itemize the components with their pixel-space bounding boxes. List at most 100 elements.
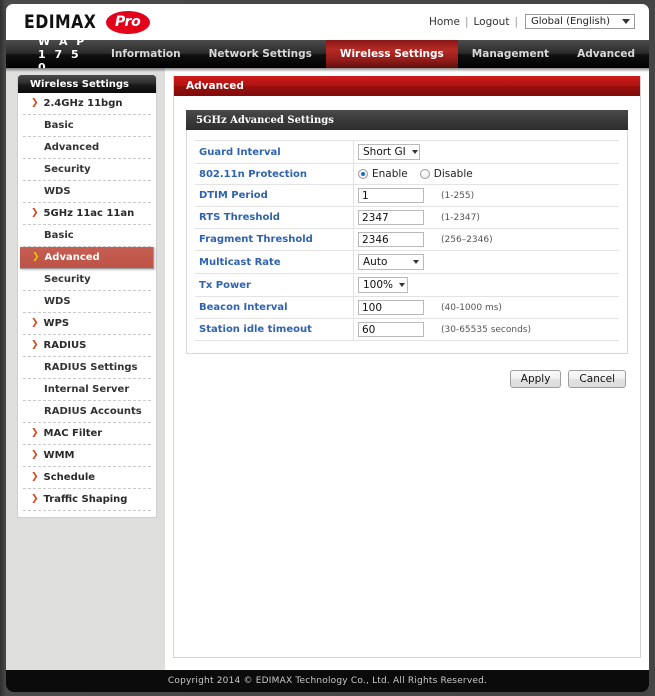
tab-management[interactable]: Management	[458, 40, 563, 68]
field-value-rts-threshold	[354, 207, 438, 229]
sidebar-item-5ghz-11ac-11an[interactable]: ❯ 5GHz 11ac 11an	[23, 203, 151, 225]
field-hint-fragment-threshold: (256–2346)	[441, 234, 493, 245]
advanced-settings-section: 5GHz Advanced Settings Guard Interval Sh…	[186, 110, 628, 354]
table-row: Fragment Threshold (256–2346)	[195, 228, 619, 251]
main-navigation: W A P 1 7 5 0 Information Network Settin…	[6, 34, 649, 74]
settings-form: Guard Interval Short GI 802.11n Protecti…	[186, 130, 628, 354]
tx-power-value: 100%	[363, 279, 394, 291]
table-row: DTIM Period (1-255)	[195, 184, 619, 207]
field-label-dtim-period: DTIM Period	[195, 184, 354, 207]
table-row: 802.11n Protection Enable Disable	[195, 163, 620, 185]
field-label-80211n-protection: 802.11n Protection	[195, 163, 354, 185]
chevron-right-icon: ❯	[31, 208, 39, 218]
multicast-rate-select[interactable]: Auto	[358, 254, 424, 270]
sidebar-item-label: 2.4GHz 11bgn	[43, 98, 123, 109]
chevron-down-icon	[622, 19, 630, 24]
field-label-multicast-rate: Multicast Rate	[195, 250, 354, 274]
sidebar-item-label: WDS	[44, 186, 71, 197]
field-label-rts-threshold: RTS Threshold	[195, 206, 354, 229]
rts-threshold-input[interactable]	[358, 210, 424, 225]
radio-selected-icon[interactable]	[358, 169, 368, 179]
home-link[interactable]: Home	[426, 16, 463, 28]
table-row: Station idle timeout (30-65535 seconds)	[195, 318, 619, 341]
sidebar-item-5ghz-advanced[interactable]: ❯ Advanced	[20, 247, 154, 269]
field-value-80211n-protection: Enable Disable	[354, 164, 620, 185]
field-value-tx-power: 100%	[354, 274, 438, 297]
field-label-tx-power: Tx Power	[195, 273, 354, 297]
sidebar-item-radius-accounts[interactable]: RADIUS Accounts	[23, 401, 151, 423]
chevron-down-icon	[413, 260, 419, 264]
chevron-right-icon: ❯	[31, 450, 39, 460]
protection-disable-option[interactable]: Disable	[419, 168, 473, 180]
tab-information[interactable]: Information	[97, 40, 195, 68]
field-hint-dtim-period: (1-255)	[441, 190, 475, 201]
sidebar-item-5ghz-wds[interactable]: WDS	[23, 291, 151, 313]
sidebar-item-24ghz-11bgn[interactable]: ❯ 2.4GHz 11bgn	[23, 93, 151, 115]
sidebar-item-24ghz-security[interactable]: Security	[23, 159, 151, 181]
sidebar-item-5ghz-security[interactable]: Security	[23, 269, 151, 291]
sidebar-item-label: Security	[44, 274, 91, 285]
beacon-interval-input[interactable]	[358, 300, 424, 315]
language-select-value: Global (English)	[531, 16, 610, 27]
sidebar-item-label: Basic	[44, 230, 74, 241]
language-select[interactable]: Global (English)	[525, 14, 635, 29]
field-hint-beacon-interval: (40-1000 ms)	[441, 302, 502, 313]
sidebar-item-radius-settings[interactable]: RADIUS Settings	[23, 357, 151, 379]
sidebar-item-24ghz-wds[interactable]: WDS	[23, 181, 151, 203]
sidebar-item-label: RADIUS	[43, 340, 87, 351]
copyright-text: Copyright 2014 © EDIMAX Technology Co., …	[167, 676, 488, 686]
sidebar-item-internal-server[interactable]: Internal Server	[23, 379, 151, 401]
chevron-right-icon: ❯	[31, 318, 39, 328]
sidebar-item-24ghz-basic[interactable]: Basic	[23, 115, 151, 137]
sidebar-item-traffic-shaping[interactable]: ❯ Traffic Shaping	[23, 489, 151, 511]
field-hint-multicast-rate	[437, 251, 619, 274]
sidebar-item-24ghz-advanced[interactable]: Advanced	[23, 137, 151, 159]
table-row: Beacon Interval (40-1000 ms)	[195, 296, 619, 319]
link-separator-1: |	[464, 15, 469, 28]
tab-advanced[interactable]: Advanced	[563, 40, 649, 68]
dtim-period-input[interactable]	[358, 188, 424, 203]
cancel-button[interactable]: Cancel	[568, 370, 626, 388]
sidebar-column: Wireless Settings ❯ 2.4GHz 11bgn Basic A…	[6, 68, 165, 670]
apply-button[interactable]: Apply	[509, 370, 562, 388]
tab-wireless-settings[interactable]: Wireless Settings	[325, 40, 458, 68]
sidebar-item-radius[interactable]: ❯ RADIUS	[23, 335, 151, 357]
protection-disable-label: Disable	[433, 168, 473, 180]
tab-network-settings[interactable]: Network Settings	[195, 40, 326, 68]
guard-interval-value: Short GI	[363, 146, 406, 158]
page-title: Advanced	[174, 76, 640, 96]
brand-pro-badge: Pro	[105, 10, 150, 34]
logout-link[interactable]: Logout	[471, 16, 513, 28]
table-row: Multicast Rate Auto	[195, 250, 619, 274]
protection-enable-option[interactable]: Enable	[358, 168, 408, 180]
app-window: EDIMAX Pro Home | Logout | Global (Engli…	[0, 0, 655, 696]
sidebar-item-label: WMM	[43, 450, 75, 461]
sidebar-item-label: Basic	[44, 120, 74, 131]
station-idle-timeout-input[interactable]	[358, 322, 424, 337]
field-hint-rts-threshold: (1-2347)	[441, 212, 480, 223]
sidebar-item-label: 5GHz 11ac 11an	[43, 208, 135, 219]
brand-name: EDIMAX	[24, 11, 97, 33]
field-value-beacon-interval	[354, 297, 438, 319]
sidebar-item-schedule[interactable]: ❯ Schedule	[23, 467, 151, 489]
field-label-beacon-interval: Beacon Interval	[195, 296, 354, 319]
sidebar-item-5ghz-basic[interactable]: Basic	[23, 225, 151, 247]
radio-unselected-icon[interactable]	[419, 169, 430, 179]
sidebar-item-wps[interactable]: ❯ WPS	[23, 313, 151, 335]
sidebar-item-label: Advanced	[44, 142, 100, 153]
tx-power-select[interactable]: 100%	[358, 277, 408, 293]
chevron-down-icon	[411, 150, 418, 154]
chevron-right-icon: ❯	[31, 472, 39, 482]
fragment-threshold-input[interactable]	[358, 232, 424, 247]
table-row: Guard Interval Short GI	[195, 140, 619, 164]
sidebar-item-mac-filter[interactable]: ❯ MAC Filter	[23, 423, 151, 445]
sidebar-item-wmm[interactable]: ❯ WMM	[23, 445, 151, 467]
field-value-fragment-threshold	[354, 229, 438, 251]
chevron-right-icon: ❯	[31, 494, 39, 504]
brand-logo: EDIMAX Pro	[24, 10, 150, 34]
sidebar: Wireless Settings ❯ 2.4GHz 11bgn Basic A…	[17, 75, 157, 518]
table-row: Tx Power 100%	[195, 273, 619, 297]
section-title: 5GHz Advanced Settings	[186, 110, 628, 130]
device-model-label: W A P 1 7 5 0	[38, 34, 87, 74]
guard-interval-select[interactable]: Short GI	[358, 144, 420, 160]
